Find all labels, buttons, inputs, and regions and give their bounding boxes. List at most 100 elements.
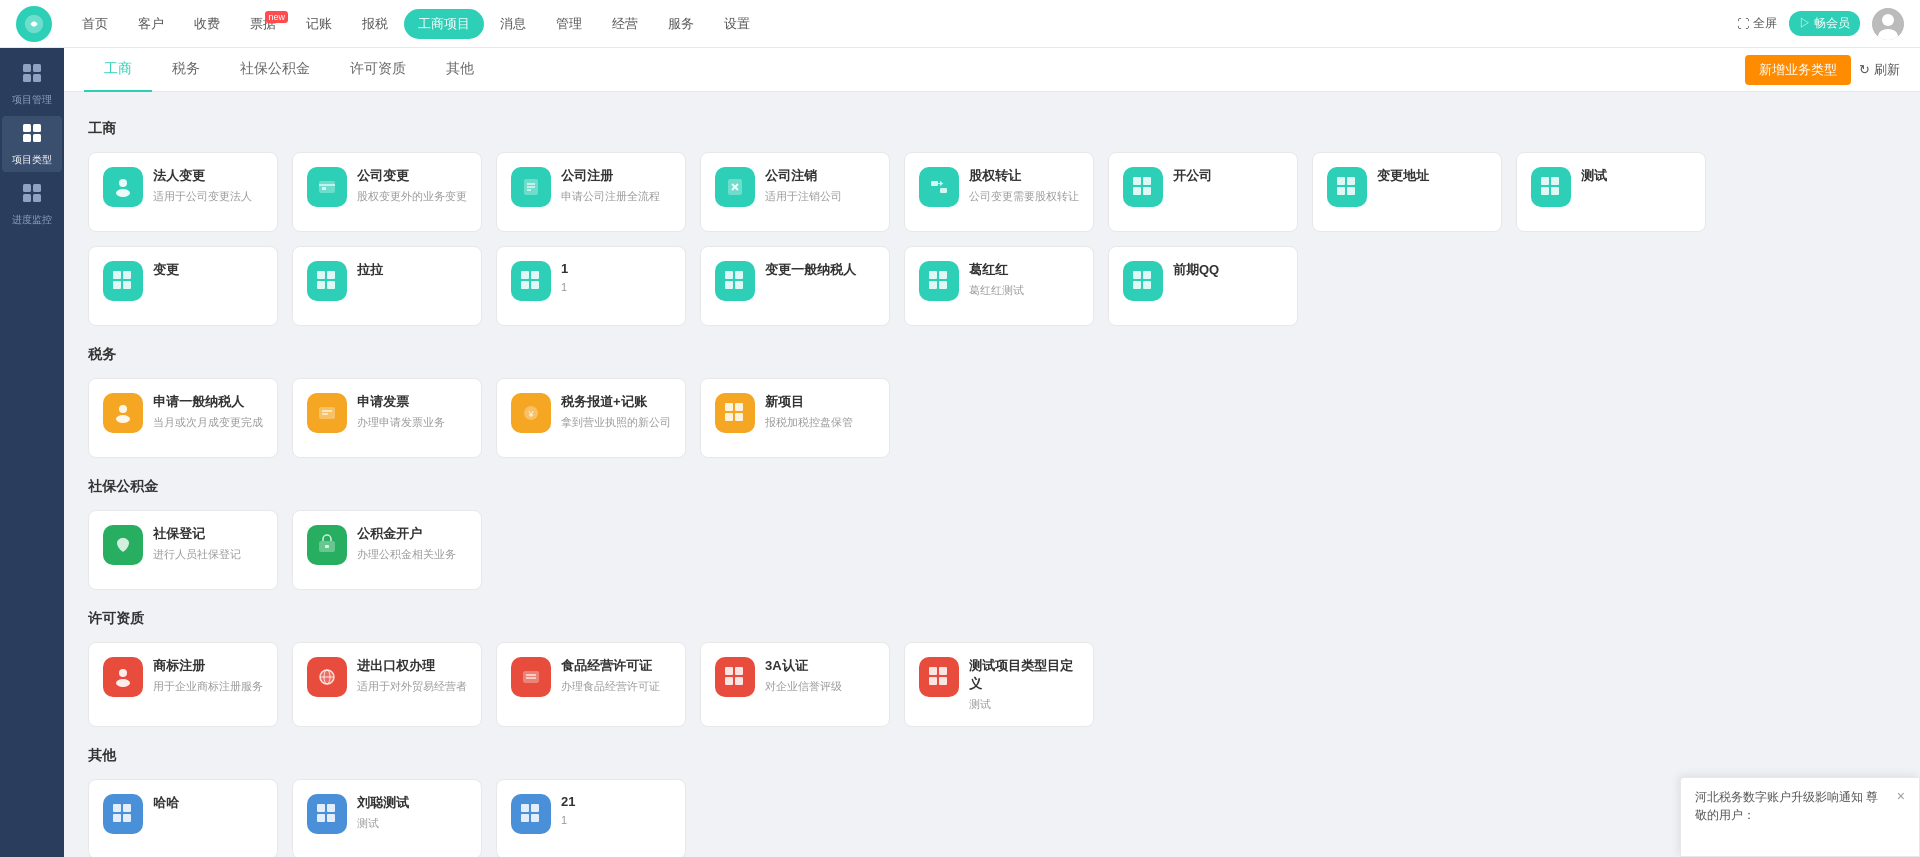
card-icon-股权转让 [919, 167, 959, 207]
card-icon-食品经营许可证 [511, 657, 551, 697]
card-icon-前期QQ [1123, 261, 1163, 301]
card-刘聪测试[interactable]: 刘聪测试测试 [292, 779, 482, 857]
card-title-公司注册: 公司注册 [561, 167, 671, 185]
svg-rect-19 [322, 187, 326, 190]
card-开公司[interactable]: 开公司 [1108, 152, 1298, 232]
nav-item-工商项目[interactable]: 工商项目 [404, 9, 484, 39]
card-拉拉[interactable]: 拉拉 [292, 246, 482, 326]
tab-许可资质[interactable]: 许可资质 [330, 48, 426, 92]
card-text-21: 211 [561, 794, 671, 828]
card-社保登记[interactable]: 社保登记进行人员社保登记 [88, 510, 278, 590]
card-哈哈[interactable]: 哈哈 [88, 779, 278, 857]
sidebar-label-项目类型: 项目类型 [12, 153, 52, 167]
svg-rect-28 [940, 188, 947, 193]
new-type-button[interactable]: 新增业务类型 [1745, 55, 1851, 85]
card-title-法人变更: 法人变更 [153, 167, 263, 185]
svg-point-16 [116, 189, 130, 197]
card-变更地址[interactable]: 变更地址 [1312, 152, 1502, 232]
fullscreen-btn[interactable]: ⛶ 全屏 [1737, 15, 1777, 32]
card-desc-21: 1 [561, 813, 671, 828]
tab-税务[interactable]: 税务 [152, 48, 220, 92]
card-icon-社保登记 [103, 525, 143, 565]
card-icon-开公司 [1123, 167, 1163, 207]
nav-item-设置[interactable]: 设置 [710, 9, 764, 39]
card-title-葛红红: 葛红红 [969, 261, 1079, 279]
card-desc-商标注册: 用于企业商标注册服务 [153, 679, 263, 694]
card-desc-申请发票: 办理申请发票业务 [357, 415, 467, 430]
nav-item-经营[interactable]: 经营 [598, 9, 652, 39]
card-text-公司注册: 公司注册申请公司注册全流程 [561, 167, 671, 204]
card-测试项目类型目定义[interactable]: 测试项目类型目定义测试 [904, 642, 1094, 727]
nav-item-服务[interactable]: 服务 [654, 9, 708, 39]
card-icon-申请一般纳税人 [103, 393, 143, 433]
card-desc-1: 1 [561, 280, 671, 295]
nav-right: ⛶ 全屏 ▷ 畅会员 [1737, 8, 1904, 40]
card-商标注册[interactable]: 商标注册用于企业商标注册服务 [88, 642, 278, 727]
svg-rect-87 [725, 667, 733, 675]
tab-其他[interactable]: 其他 [426, 48, 494, 92]
sidebar-item-进度监控[interactable]: 进度监控 [2, 176, 62, 232]
card-新项目[interactable]: 新项目报税加税控盘保管 [700, 378, 890, 458]
card-1[interactable]: 11 [496, 246, 686, 326]
card-前期QQ[interactable]: 前期QQ [1108, 246, 1298, 326]
svg-rect-36 [1347, 187, 1355, 195]
card-title-开公司: 开公司 [1173, 167, 1283, 185]
svg-rect-46 [327, 271, 335, 279]
card-股权转让[interactable]: 股权转让公司变更需要股权转让 [904, 152, 1094, 232]
nav-item-首页[interactable]: 首页 [68, 9, 122, 39]
card-公司注销[interactable]: 公司注销适用于注销公司 [700, 152, 890, 232]
svg-rect-99 [317, 804, 325, 812]
refresh-icon: ↻ [1859, 62, 1870, 77]
card-公司注册[interactable]: 公司注册申请公司注册全流程 [496, 152, 686, 232]
card-公司变更[interactable]: 公司变更股权变更外的业务变更 [292, 152, 482, 232]
card-变更一般纳税人[interactable]: 变更一般纳税人 [700, 246, 890, 326]
card-变更[interactable]: 变更 [88, 246, 278, 326]
card-测试[interactable]: 测试 [1516, 152, 1706, 232]
card-3A认证[interactable]: 3A认证对企业信誉评级 [700, 642, 890, 727]
sidebar-icon-项目类型 [21, 122, 43, 149]
card-公积金开户[interactable]: 公积金开户办理公积金相关业务 [292, 510, 482, 590]
card-icon-法人变更 [103, 167, 143, 207]
chat-popup-text: 河北税务数字账户升级影响通知 尊敬的用户： [1695, 788, 1889, 824]
nav-item-管理[interactable]: 管理 [542, 9, 596, 39]
card-税务报道+记账[interactable]: ¥税务报道+记账拿到营业执照的新公司 [496, 378, 686, 458]
sidebar: 项目管理 项目类型 进度监控 [0, 48, 64, 857]
card-icon-拉拉 [307, 261, 347, 301]
nav-item-票据[interactable]: 票据new [236, 9, 290, 39]
svg-rect-43 [113, 281, 121, 289]
tab-社保公积金[interactable]: 社保公积金 [220, 48, 330, 92]
card-法人变更[interactable]: 法人变更适用于公司变更法人 [88, 152, 278, 232]
chat-popup-close[interactable]: × [1897, 788, 1905, 804]
card-葛红红[interactable]: 葛红红葛红红测试 [904, 246, 1094, 326]
card-进出口权办理[interactable]: 进出口权办理适用于对外贸易经营者 [292, 642, 482, 727]
sidebar-item-项目类型[interactable]: 项目类型 [2, 116, 62, 172]
nav-item-客户[interactable]: 客户 [124, 9, 178, 39]
chat-popup: 河北税务数字账户升级影响通知 尊敬的用户： × [1680, 777, 1920, 857]
card-text-申请发票: 申请发票办理申请发票业务 [357, 393, 467, 430]
card-text-社保登记: 社保登记进行人员社保登记 [153, 525, 263, 562]
nav-item-记账[interactable]: 记账 [292, 9, 346, 39]
nav-item-消息[interactable]: 消息 [486, 9, 540, 39]
vip-btn[interactable]: ▷ 畅会员 [1789, 11, 1860, 36]
logo [16, 6, 52, 42]
avatar[interactable] [1872, 8, 1904, 40]
card-icon-公司变更 [307, 167, 347, 207]
card-申请一般纳税人[interactable]: 申请一般纳税人当月或次月成变更完成 [88, 378, 278, 458]
svg-rect-12 [33, 184, 41, 192]
sidebar-label-项目管理: 项目管理 [12, 93, 52, 107]
tab-工商[interactable]: 工商 [84, 48, 152, 92]
svg-rect-96 [123, 804, 131, 812]
svg-rect-55 [725, 281, 733, 289]
sidebar-item-项目管理[interactable]: 项目管理 [2, 56, 62, 112]
section-title-许可资质: 许可资质 [88, 610, 1896, 628]
card-21[interactable]: 211 [496, 779, 686, 857]
refresh-button[interactable]: ↻ 刷新 [1859, 61, 1900, 79]
card-icon-测试项目类型目定义 [919, 657, 959, 697]
card-text-变更地址: 变更地址 [1377, 167, 1487, 189]
nav-item-报税[interactable]: 报税 [348, 9, 402, 39]
card-icon-变更 [103, 261, 143, 301]
section-title-社保公积金: 社保公积金 [88, 478, 1896, 496]
card-食品经营许可证[interactable]: 食品经营许可证办理食品经营许可证 [496, 642, 686, 727]
card-申请发票[interactable]: 申请发票办理申请发票业务 [292, 378, 482, 458]
nav-item-收费[interactable]: 收费 [180, 9, 234, 39]
